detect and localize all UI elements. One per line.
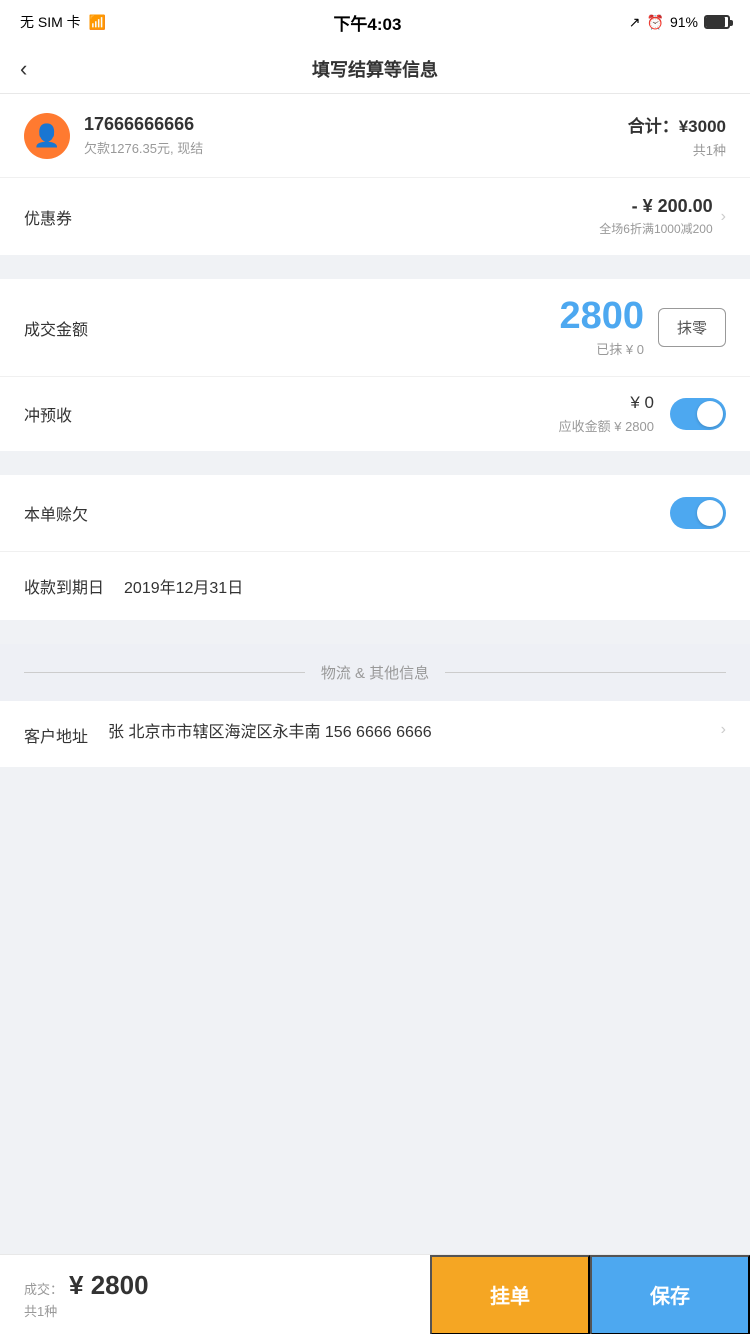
due-date-value: 2019年12月31日	[124, 574, 243, 598]
sep-line-right	[445, 672, 726, 673]
divider-2	[0, 463, 750, 475]
round-down-button[interactable]: 抹零	[658, 308, 726, 347]
status-right: ↗ ⏰ 91%	[629, 14, 730, 31]
bottom-summary-label: 成交：	[24, 1279, 63, 1298]
debt-toggle-knob	[697, 500, 723, 526]
bottom-fill	[0, 779, 750, 959]
due-date-label: 收款到期日	[24, 574, 104, 598]
bottom-summary-row: 成交： ¥ 2800	[24, 1270, 406, 1301]
precollect-sub: 应收金额 ¥ 2800	[559, 416, 654, 435]
bottom-summary-amount: ¥ 2800	[69, 1270, 149, 1301]
precollect-row: 冲预收 ¥ 0 应收金额 ¥ 2800	[0, 376, 750, 451]
precollect-amount: ¥ 0	[559, 393, 654, 413]
status-left: 无 SIM 卡 📶	[20, 12, 106, 32]
location-icon: ↗	[629, 14, 641, 31]
bottom-bar: 成交： ¥ 2800 共1种 挂单 保存	[0, 1254, 750, 1334]
battery-icon	[704, 15, 730, 29]
debt-row: 本单赊欠	[0, 475, 750, 551]
due-date-row: 收款到期日 2019年12月31日	[0, 551, 750, 620]
address-right: ›	[721, 721, 726, 739]
customer-right: 合计：¥3000 共1种	[628, 112, 726, 159]
coupon-right-wrap: - ¥ 200.00 全场6折满1000减200	[599, 196, 712, 237]
avatar-icon: 👤	[33, 123, 60, 149]
customer-row: 👤 17666666666 欠款1276.35元, 现结 合计：¥3000 共1…	[0, 94, 750, 178]
hold-order-button[interactable]: 挂单	[430, 1255, 590, 1334]
customer-left: 👤 17666666666 欠款1276.35元, 现结	[24, 113, 203, 159]
deal-amount-row: 成交金额 2800 已抹 ¥ 0 抹零	[0, 279, 750, 376]
debt-toggle[interactable]	[670, 497, 726, 529]
bottom-summary: 成交： ¥ 2800 共1种	[0, 1270, 430, 1320]
total-amount: 合计：¥3000	[628, 112, 726, 137]
coupon-row[interactable]: 优惠券 - ¥ 200.00 全场6折满1000减200 ›	[0, 178, 750, 255]
page-title: 填写结算等信息	[312, 56, 438, 82]
status-time: 下午4:03	[333, 10, 401, 35]
address-row[interactable]: 客户地址 张 北京市市辖区海淀区永丰南 156 6666 6666 ›	[0, 701, 750, 767]
customer-info: 17666666666 欠款1276.35元, 现结	[84, 114, 203, 157]
divider-3	[0, 632, 750, 644]
status-bar: 无 SIM 卡 📶 下午4:03 ↗ ⏰ 91%	[0, 0, 750, 44]
coupon-discount: - ¥ 200.00	[599, 196, 712, 217]
debt-section: 本单赊欠 收款到期日 2019年12月31日	[0, 475, 750, 620]
back-button[interactable]: ‹	[20, 56, 27, 82]
alarm-icon: ⏰	[647, 14, 664, 31]
wifi-icon: 📶	[89, 14, 106, 31]
logistics-sep-text: 物流 & 其他信息	[321, 662, 429, 683]
precollect-toggle[interactable]	[670, 398, 726, 430]
deal-sub: 已抹 ¥ 0	[559, 339, 644, 358]
sep-line-left	[24, 672, 305, 673]
bottom-summary-count: 共1种	[24, 1301, 406, 1320]
deal-right: 2800 已抹 ¥ 0 抹零	[559, 297, 726, 358]
address-chevron-icon: ›	[721, 721, 726, 739]
main-content: 👤 17666666666 欠款1276.35元, 现结 合计：¥3000 共1…	[0, 94, 750, 1059]
deal-amount-value: 2800	[559, 297, 644, 335]
debt-label: 本单赊欠	[24, 501, 88, 525]
precollect-amount-wrap: ¥ 0 应收金额 ¥ 2800	[559, 393, 654, 435]
precollect-right: ¥ 0 应收金额 ¥ 2800	[559, 393, 726, 435]
address-text: 张 北京市市辖区海淀区永丰南 156 6666 6666	[108, 721, 721, 745]
total-count: 共1种	[628, 140, 726, 159]
customer-section: 👤 17666666666 欠款1276.35元, 现结 合计：¥3000 共1…	[0, 94, 750, 255]
no-sim-text: 无 SIM 卡	[20, 12, 81, 32]
customer-sub: 欠款1276.35元, 现结	[84, 138, 203, 157]
coupon-desc: 全场6折满1000减200	[599, 220, 712, 237]
deal-section: 成交金额 2800 已抹 ¥ 0 抹零 冲预收 ¥ 0 应收金额 ¥ 2800	[0, 279, 750, 451]
customer-phone: 17666666666	[84, 114, 203, 135]
deal-label: 成交金额	[24, 316, 88, 340]
coupon-label: 优惠券	[24, 205, 72, 229]
precollect-label: 冲预收	[24, 402, 72, 426]
coupon-chevron-icon: ›	[721, 208, 726, 226]
address-label: 客户地址	[24, 721, 88, 747]
avatar: 👤	[24, 113, 70, 159]
coupon-right: - ¥ 200.00 全场6折满1000减200 ›	[599, 196, 726, 237]
divider-1	[0, 267, 750, 279]
battery-text: 91%	[670, 14, 698, 30]
address-section: 客户地址 张 北京市市辖区海淀区永丰南 156 6666 6666 ›	[0, 701, 750, 767]
deal-amount-wrap: 2800 已抹 ¥ 0	[559, 297, 644, 358]
toggle-knob	[697, 401, 723, 427]
nav-bar: ‹ 填写结算等信息	[0, 44, 750, 94]
logistics-separator: 物流 & 其他信息	[0, 644, 750, 701]
save-button[interactable]: 保存	[590, 1255, 750, 1334]
